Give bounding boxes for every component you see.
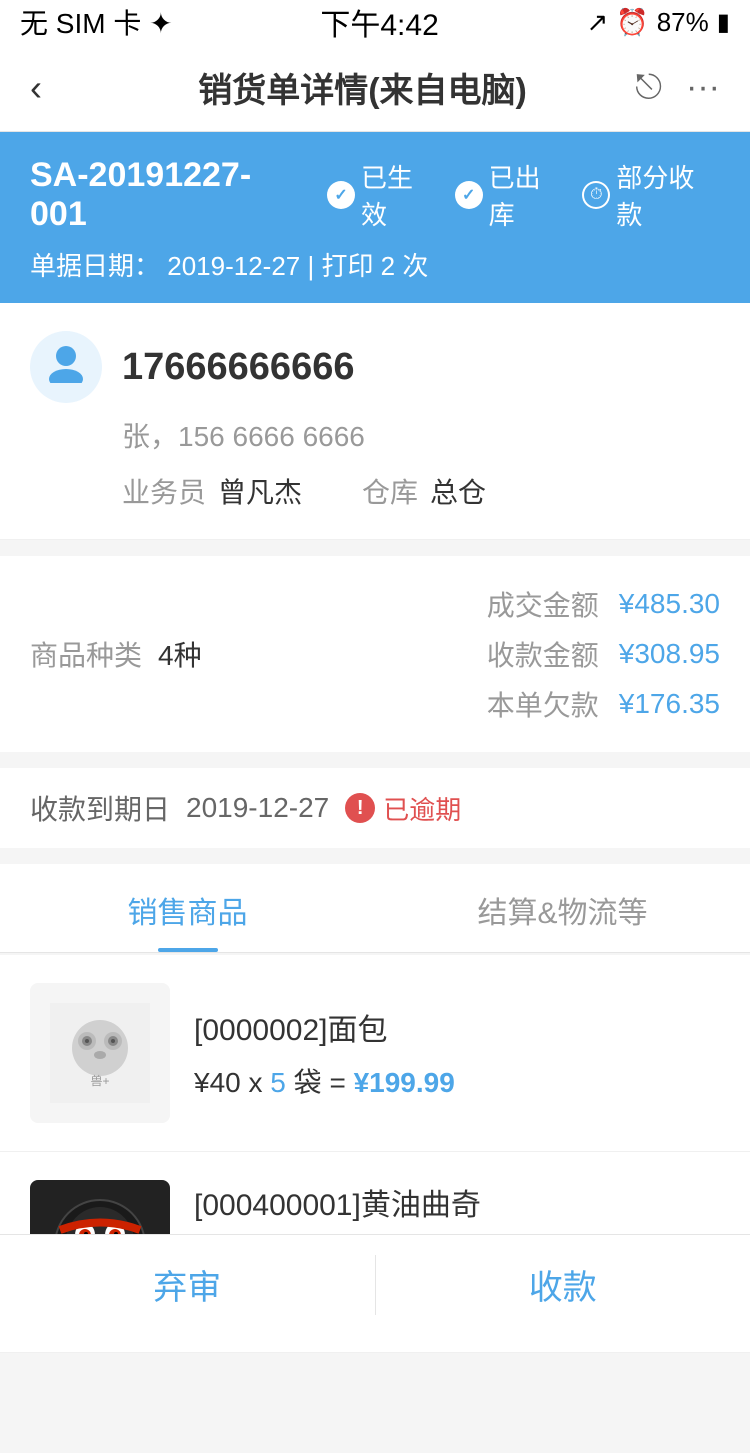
tab-settlement[interactable]: 结算&物流等 <box>375 864 750 952</box>
product-info-1: [0000002]面包 ¥40 x 5 袋 = ¥199.99 <box>194 983 720 1123</box>
status-payment: ⏱ 部分收款 <box>582 158 720 232</box>
more-icon[interactable]: ··· <box>686 68 720 107</box>
summary-section: 商品种类 4种 成交金额 ¥485.30 收款金额 ¥308.95 本单欠款 ¥… <box>0 556 750 752</box>
nav-actions: ⎋ ··· <box>635 68 720 107</box>
tabs-row: 销售商品 结算&物流等 <box>0 864 750 952</box>
status-effective: ✓ 已生效 <box>327 158 439 232</box>
battery-icon: ▮ <box>717 8 730 37</box>
product-price-1: ¥40 x 5 袋 = ¥199.99 <box>194 1061 720 1101</box>
location-icon: ↗ <box>587 7 609 38</box>
deal-amount-row: 成交金额 ¥485.30 <box>487 584 720 624</box>
status-shipped: ✓ 已出库 <box>455 158 567 232</box>
tab-sales[interactable]: 销售商品 <box>0 864 375 952</box>
product-types: 商品种类 4种 <box>30 584 202 724</box>
order-number: SA-20191227-001 <box>30 156 307 234</box>
status-bar: 无 SIM 卡 ✦ 下午4:42 ↗ ⏰ 87% ▮ <box>0 0 750 44</box>
confirm-button[interactable]: 收款 <box>376 1235 750 1334</box>
bottom-actions: 弃审 收款 <box>0 1234 750 1334</box>
customer-id: 17666666666 <box>122 346 354 389</box>
nav-bar: ‹ 销货单详情(来自电脑) ⎋ ··· <box>0 44 750 132</box>
status-battery: ↗ ⏰ 87% ▮ <box>587 7 730 38</box>
alarm-icon: ⏰ <box>616 7 648 38</box>
battery-text: 87% <box>657 7 709 38</box>
check-icon-shipped: ✓ <box>455 181 483 209</box>
customer-row: 17666666666 <box>30 331 720 403</box>
order-header-banner: SA-20191227-001 ✓ 已生效 ✓ 已出库 ⏱ 部分收款 <box>0 132 750 303</box>
check-icon-effective: ✓ <box>327 181 355 209</box>
product-name-2: [000400001]黄油曲奇 <box>194 1180 720 1224</box>
share-icon[interactable]: ⎋ <box>635 68 662 107</box>
tabs-section: 销售商品 结算&物流等 <box>0 864 750 953</box>
received-amount-row: 收款金额 ¥308.95 <box>487 634 720 674</box>
salesperson-meta: 业务员 曾凡杰 <box>122 471 302 511</box>
avatar <box>30 331 102 403</box>
product-image-1: 兽+ <box>30 983 170 1123</box>
customer-name: 张，156 6666 6666 <box>30 415 720 455</box>
product-name-1: [0000002]面包 <box>194 1005 720 1049</box>
due-date-section: 收款到期日 2019-12-27 ! 已逾期 <box>0 768 750 848</box>
amounts: 成交金额 ¥485.30 收款金额 ¥308.95 本单欠款 ¥176.35 <box>487 584 720 724</box>
overdue-badge: ! 已逾期 <box>345 790 461 827</box>
order-date-row: 单据日期： 2019-12-27 | 打印 2 次 <box>30 246 720 283</box>
person-icon <box>45 341 87 393</box>
status-signal: 无 SIM 卡 ✦ <box>20 2 173 42</box>
due-date-value: 2019-12-27 <box>186 792 329 824</box>
warehouse-meta: 仓库 总仓 <box>362 471 486 511</box>
customer-section: 17666666666 张，156 6666 6666 业务员 曾凡杰 仓库 总… <box>0 303 750 540</box>
owed-amount-row: 本单欠款 ¥176.35 <box>487 684 720 724</box>
summary-grid: 商品种类 4种 成交金额 ¥485.30 收款金额 ¥308.95 本单欠款 ¥… <box>30 584 720 724</box>
svg-text:兽+: 兽+ <box>90 1074 109 1088</box>
overdue-text: 已逾期 <box>383 790 461 827</box>
overdue-icon: ! <box>345 793 375 823</box>
page-title: 销货单详情(来自电脑) <box>90 63 635 112</box>
customer-meta: 业务员 曾凡杰 仓库 总仓 <box>30 471 720 511</box>
cancel-button[interactable]: 弃审 <box>0 1235 375 1334</box>
back-button[interactable]: ‹ <box>30 67 90 109</box>
status-badges: ✓ 已生效 ✓ 已出库 ⏱ 部分收款 <box>327 158 720 232</box>
due-date-label: 收款到期日 <box>30 788 170 828</box>
list-item: 兽+ [0000002]面包 ¥40 x 5 袋 = ¥199.99 <box>0 955 750 1152</box>
status-time: 下午4:42 <box>320 0 438 44</box>
clock-icon: ⏱ <box>582 181 610 209</box>
order-header-row1: SA-20191227-001 ✓ 已生效 ✓ 已出库 ⏱ 部分收款 <box>30 156 720 234</box>
